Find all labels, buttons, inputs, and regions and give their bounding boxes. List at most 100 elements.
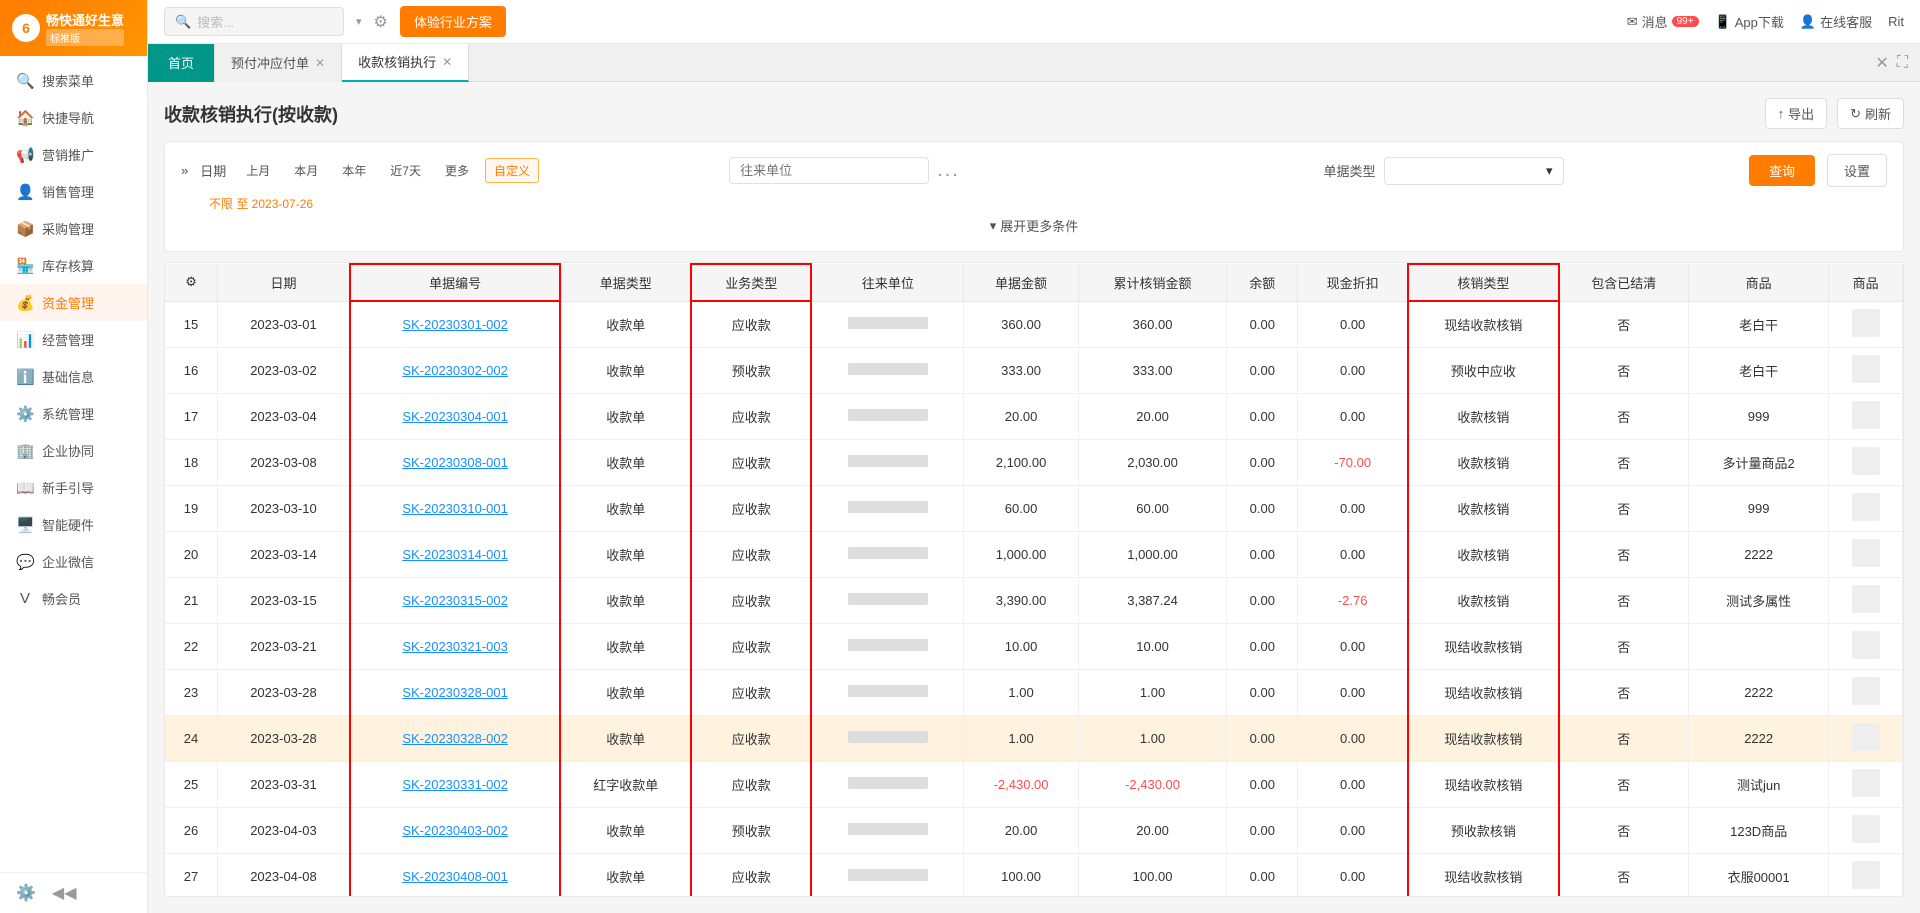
tab-expand-btn[interactable]: ⛶ (1897, 54, 1908, 72)
doc-no-link[interactable]: SK-20230328-002 (402, 731, 508, 746)
doc-no-link[interactable]: SK-20230403-002 (402, 823, 508, 838)
cell-goods: 123D商品 (1689, 807, 1829, 853)
doc-no-link[interactable]: SK-20230321-003 (402, 639, 508, 654)
collapse-icon[interactable]: ◀◀ (52, 883, 77, 903)
filter-query-btn[interactable]: 查询 (1749, 155, 1815, 186)
filter-partner-dots[interactable]: ... (937, 159, 960, 182)
filter-date-prev-month[interactable]: 上月 (238, 159, 278, 182)
tab-collection-close[interactable]: ✕ (442, 55, 452, 69)
search-icon: 🔍 (16, 72, 34, 90)
sidebar-item-guide[interactable]: 📖新手引导 (0, 469, 147, 506)
filter-doctype-section: 单据类型 ▾ (1150, 157, 1737, 185)
cell-partner (811, 761, 964, 807)
cell-verify-type: 收款核销 (1408, 393, 1558, 439)
topbar-gear-icon[interactable]: ⚙ (374, 12, 388, 32)
tab-collection[interactable]: 收款核销执行 ✕ (342, 44, 469, 82)
sidebar-item-search[interactable]: 🔍搜索菜单 (0, 62, 147, 99)
sidebar-item-sales[interactable]: 👤销售管理 (0, 173, 147, 210)
sidebar-item-member[interactable]: V畅会员 (0, 580, 147, 617)
cell-partner (811, 623, 964, 669)
export-btn[interactable]: ↑ 导出 (1765, 98, 1828, 129)
cell-date: 2023-03-01 (218, 301, 350, 347)
cell-include-settled: 否 (1559, 853, 1689, 897)
doc-no-link[interactable]: SK-20230315-002 (402, 593, 508, 608)
cell-balance: 0.00 (1227, 807, 1298, 853)
cell-include-settled: 否 (1559, 531, 1689, 577)
filter-settings-btn[interactable]: 设置 (1827, 154, 1887, 187)
doc-no-link[interactable]: SK-20230301-002 (402, 317, 508, 332)
finance-icon: 💰 (16, 294, 34, 312)
settings-icon[interactable]: ⚙️ (16, 883, 36, 903)
cell-balance: 0.00 (1227, 623, 1298, 669)
tab-close-all-btn[interactable]: ✕ (1875, 53, 1888, 73)
cell-biz-type: 应收款 (691, 439, 811, 485)
cell-goods: 2222 (1689, 531, 1829, 577)
doc-no-link[interactable]: SK-20230328-001 (402, 685, 508, 700)
sidebar-item-operation[interactable]: 📊经营管理 (0, 321, 147, 358)
industry-btn[interactable]: 体验行业方案 (400, 6, 506, 37)
cell-biz-type: 应收款 (691, 301, 811, 347)
msg-btn[interactable]: ✉ 消息 99+ (1627, 12, 1699, 31)
doc-no-link[interactable]: SK-20230408-001 (402, 869, 508, 884)
filter-date-this-month[interactable]: 本月 (286, 159, 326, 182)
cell-verify-type: 收款核销 (1408, 577, 1558, 623)
sales-icon: 👤 (16, 183, 34, 201)
doc-no-link[interactable]: SK-20230302-002 (402, 363, 508, 378)
filter-partner-input[interactable] (729, 157, 929, 184)
cell-acc-amount: 20.00 (1078, 393, 1227, 439)
sidebar-bottom: ⚙️ ◀◀ (0, 872, 147, 913)
col-cash-discount: 现金折扣 (1298, 264, 1409, 301)
cell-date: 2023-03-28 (218, 669, 350, 715)
filter-date-custom[interactable]: 自定义 (485, 158, 539, 183)
cell-acc-amount: 1.00 (1078, 669, 1227, 715)
cell-verify-type: 预收中应收 (1408, 347, 1558, 393)
filter-expand-arrow[interactable]: » (181, 163, 188, 178)
col-doc-amount: 单据金额 (964, 264, 1078, 301)
tab-home[interactable]: 首页 (148, 44, 215, 82)
refresh-label: 刷新 (1865, 104, 1891, 123)
corp-icon: 🏢 (16, 442, 34, 460)
doc-no-link[interactable]: SK-20230308-001 (402, 455, 508, 470)
doc-no-link[interactable]: SK-20230331-002 (402, 777, 508, 792)
sidebar-item-shortcut[interactable]: 🏠快捷导航 (0, 99, 147, 136)
topbar-chevron-icon[interactable]: ▾ (356, 15, 362, 28)
col-partner: 往来单位 (811, 264, 964, 301)
cell-doc-amount: 60.00 (964, 485, 1078, 531)
user-avatar[interactable]: Rit (1888, 14, 1904, 29)
sidebar-item-inventory[interactable]: 🏪库存核算 (0, 247, 147, 284)
cell-biz-type: 应收款 (691, 761, 811, 807)
doc-no-link[interactable]: SK-20230314-001 (402, 547, 508, 562)
cell-partner (811, 715, 964, 761)
doc-no-link[interactable]: SK-20230304-001 (402, 409, 508, 424)
doc-no-link[interactable]: SK-20230310-001 (402, 501, 508, 516)
cell-no: 23 (165, 669, 218, 715)
cell-biz-type: 应收款 (691, 393, 811, 439)
cell-doc-amount: 10.00 (964, 623, 1078, 669)
refresh-btn[interactable]: ↻ 刷新 (1837, 98, 1904, 129)
service-btn[interactable]: 👤 在线客服 (1800, 12, 1872, 31)
cell-doc-no: SK-20230321-003 (350, 623, 560, 669)
filter-date-7days[interactable]: 近7天 (382, 159, 429, 182)
expand-bar[interactable]: ▾ 展开更多条件 (181, 212, 1887, 239)
sidebar-item-basic[interactable]: ℹ️基础信息 (0, 358, 147, 395)
sidebar-item-purchase[interactable]: 📦采购管理 (0, 210, 147, 247)
sidebar-item-hardware[interactable]: 🖥️智能硬件 (0, 506, 147, 543)
cell-acc-amount: 1,000.00 (1078, 531, 1227, 577)
sidebar-item-marketing[interactable]: 📢营销推广 (0, 136, 147, 173)
cell-doc-no: SK-20230408-001 (350, 853, 560, 897)
table-row: 23 2023-03-28 SK-20230328-001 收款单 应收款 1.… (165, 669, 1903, 715)
tab-payable[interactable]: 预付冲应付单 ✕ (215, 44, 342, 82)
sidebar-item-finance[interactable]: 💰资金管理 (0, 284, 147, 321)
filter-doctype-select[interactable]: ▾ (1384, 157, 1564, 185)
cell-balance: 0.00 (1227, 669, 1298, 715)
cell-cash-discount: 0.00 (1298, 715, 1409, 761)
filter-date-more[interactable]: 更多 (437, 159, 477, 182)
app-download-btn[interactable]: 📱 App下载 (1715, 12, 1784, 31)
filter-date-this-year[interactable]: 本年 (334, 159, 374, 182)
sidebar-item-system[interactable]: ⚙️系统管理 (0, 395, 147, 432)
sidebar-item-wechat[interactable]: 💬企业微信 (0, 543, 147, 580)
tab-payable-close[interactable]: ✕ (315, 56, 325, 70)
sidebar-item-corp[interactable]: 🏢企业协同 (0, 432, 147, 469)
topbar-search[interactable]: 🔍 搜索... (164, 7, 344, 36)
cell-goods-img (1829, 715, 1903, 761)
